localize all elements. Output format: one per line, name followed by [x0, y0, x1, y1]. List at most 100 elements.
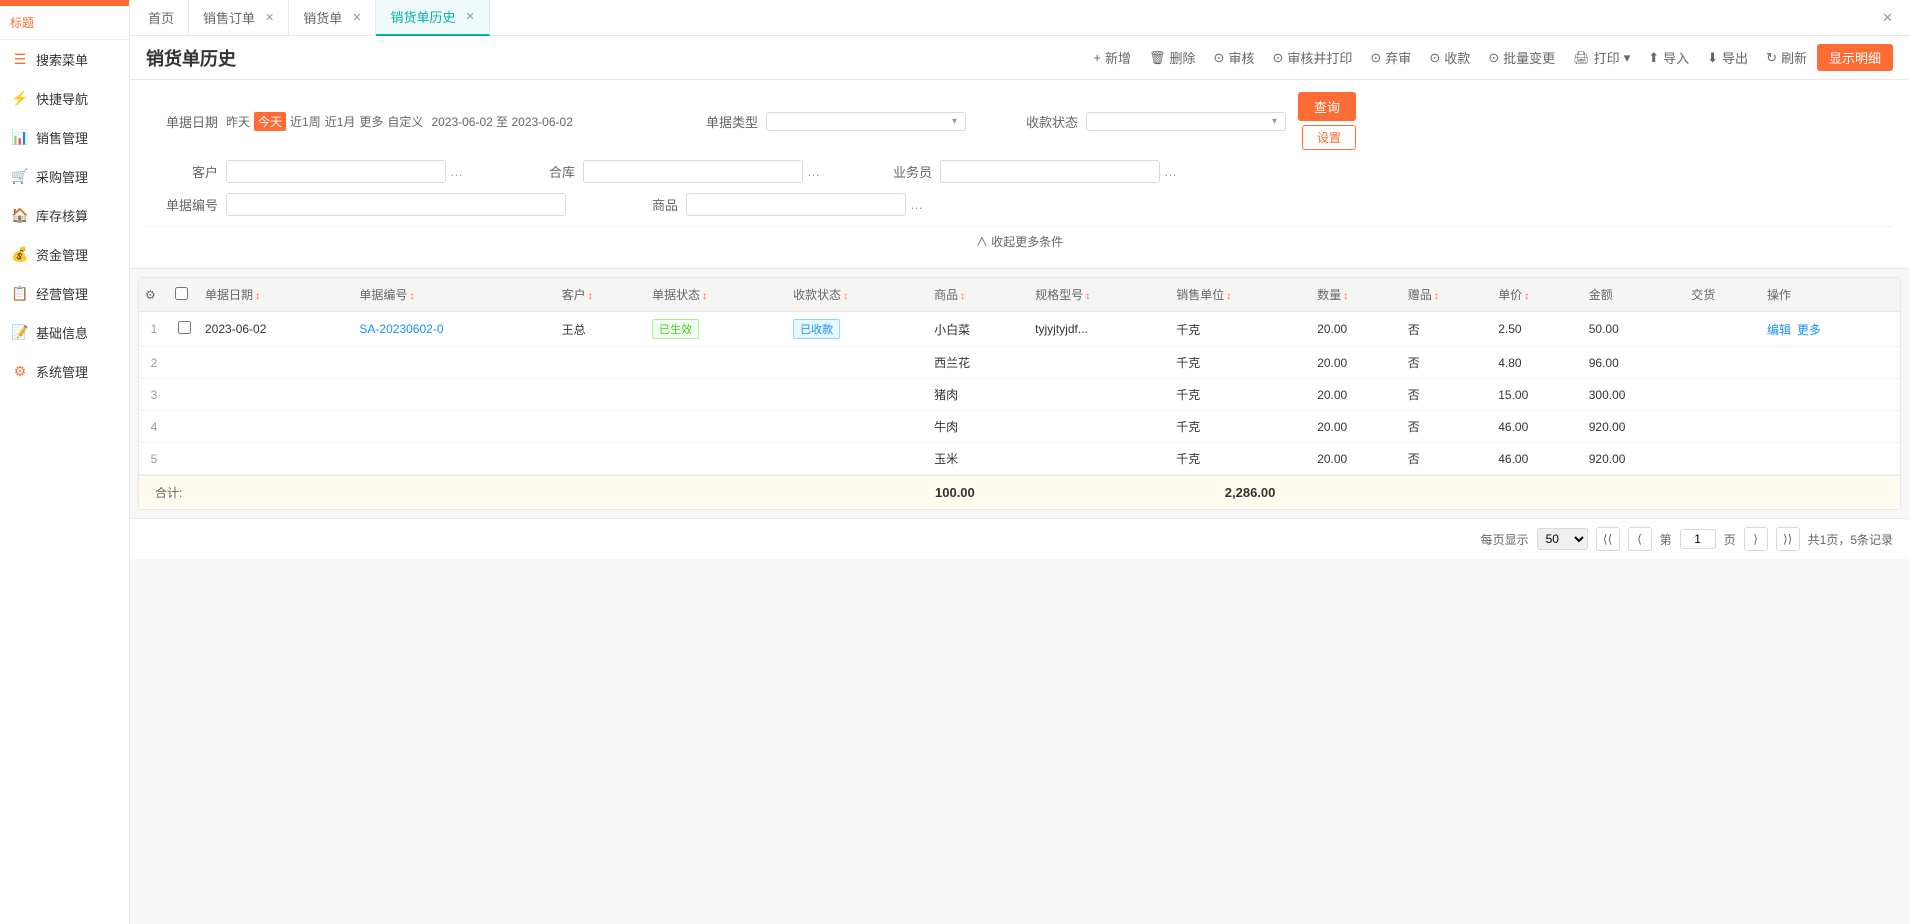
shortcut-month[interactable]: 近1月 [325, 113, 356, 130]
query-button[interactable]: 查询 [1298, 92, 1356, 121]
th-payment-status[interactable]: 收款状态↕ [787, 278, 928, 312]
delete-icon: 🗑 [1149, 50, 1166, 66]
tab-sales-order-close[interactable]: ✕ [265, 11, 274, 24]
row-customer [556, 411, 647, 443]
page-input[interactable] [1680, 529, 1716, 549]
row-checkbox-cell [169, 411, 199, 443]
sidebar-item-search-menu[interactable]: ☰ 搜索菜单 [0, 40, 129, 79]
th-checkbox [169, 278, 199, 312]
th-gift[interactable]: 赠品↕ [1402, 278, 1493, 312]
row-doc-no[interactable] [353, 443, 555, 475]
row-checkbox[interactable] [178, 321, 191, 334]
tab-sales-goods-close[interactable]: ✕ [352, 11, 361, 24]
import-button[interactable]: ⬆导入 [1640, 44, 1697, 71]
th-doc-no[interactable]: 单据编号↕ [353, 278, 555, 312]
th-goods[interactable]: 商品↕ [928, 278, 1029, 312]
sidebar-item-operation[interactable]: 📋 经营管理 [0, 274, 129, 313]
settings-button[interactable]: 设置 [1302, 125, 1356, 150]
print-button[interactable]: 🖨打印 ▾ [1565, 44, 1638, 71]
th-customer[interactable]: 客户↕ [556, 278, 647, 312]
sidebar-item-label: 库存核算 [36, 206, 88, 225]
customer-input[interactable] [226, 160, 446, 183]
abandon-button[interactable]: ⊙弃审 [1362, 44, 1419, 71]
tab-sales-history-close[interactable]: ✕ [466, 10, 475, 23]
th-qty[interactable]: 数量↕ [1311, 278, 1402, 312]
shortcut-custom[interactable]: 自定义 [387, 113, 423, 130]
pagination: 每页显示 50 100 200 ⟨⟨ ⟨ 第 页 ⟩ ⟩⟩ 共1页，5条记录 [130, 518, 1909, 559]
row-customer [556, 379, 647, 411]
sales-icon: 📊 [12, 130, 28, 146]
row-date [199, 347, 353, 379]
sidebar-item-inventory[interactable]: 🏠 库存核算 [0, 196, 129, 235]
add-button[interactable]: +新增 [1085, 44, 1139, 71]
collect-button[interactable]: ⊙收款 [1421, 44, 1478, 71]
tab-sales-history[interactable]: 销货单历史 ✕ [376, 0, 489, 36]
audit-print-button[interactable]: ⊙审核并打印 [1264, 44, 1360, 71]
warehouse-label: 合库 [503, 162, 583, 181]
goods-ellipsis[interactable]: … [910, 197, 923, 212]
doc-no-link[interactable]: SA-20230602-0 [359, 322, 443, 336]
sidebar-item-system[interactable]: ⚙ 系统管理 [0, 352, 129, 391]
shortcut-more[interactable]: 更多 [359, 113, 383, 130]
sidebar-item-sales[interactable]: 📊 销售管理 [0, 118, 129, 157]
warehouse-input[interactable] [583, 160, 803, 183]
doc-type-select[interactable]: ▾ [766, 112, 966, 131]
doc-no-input[interactable] [226, 193, 566, 216]
th-date[interactable]: 单据日期↕ [199, 278, 353, 312]
payment-status-select[interactable]: ▾ [1086, 112, 1286, 131]
batch-change-button[interactable]: ⊙批量变更 [1480, 44, 1563, 71]
collapse-bar[interactable]: ∧ 收起更多条件 [146, 226, 1893, 256]
th-doc-status[interactable]: 单据状态↕ [646, 278, 787, 312]
export-button[interactable]: ⬇导出 [1699, 44, 1756, 71]
row-action [1761, 443, 1900, 475]
sidebar-item-label: 资金管理 [36, 245, 88, 264]
customer-ellipsis[interactable]: … [450, 164, 463, 179]
row-qty: 20.00 [1311, 411, 1402, 443]
main-area: 首页 销售订单 ✕ 销货单 ✕ 销货单历史 ✕ ✕ 销货单历史 +新增 🗑删除 … [130, 0, 1909, 924]
row-amount: 50.00 [1583, 312, 1685, 347]
refresh-button[interactable]: ↻刷新 [1758, 44, 1815, 71]
salesperson-input[interactable] [940, 160, 1160, 183]
th-price[interactable]: 单价↕ [1492, 278, 1583, 312]
shortcut-today[interactable]: 今天 [254, 112, 286, 131]
tab-sales-goods[interactable]: 销货单 ✕ [289, 0, 376, 36]
status-badge: 已生效 [652, 319, 699, 339]
window-close-button[interactable]: ✕ [1870, 10, 1905, 26]
th-unit[interactable]: 销售单位↕ [1170, 278, 1311, 312]
shortcut-yesterday[interactable]: 昨天 [226, 113, 250, 130]
shortcut-week[interactable]: 近1周 [290, 113, 321, 130]
show-detail-button[interactable]: 显示明细 [1817, 44, 1893, 71]
row-doc-status [646, 347, 787, 379]
more-action-link[interactable]: 更多 [1797, 323, 1821, 337]
sidebar-item-finance[interactable]: 💰 资金管理 [0, 235, 129, 274]
th-gear[interactable]: ⚙ [139, 278, 169, 312]
salesperson-ellipsis[interactable]: … [1164, 164, 1177, 179]
delete-button[interactable]: 🗑删除 [1141, 44, 1204, 71]
row-doc-no[interactable] [353, 347, 555, 379]
prev-page-button[interactable]: ⟨ [1628, 527, 1652, 551]
sidebar-item-basic[interactable]: 📝 基础信息 [0, 313, 129, 352]
first-page-button[interactable]: ⟨⟨ [1596, 527, 1620, 551]
edit-action-link[interactable]: 编辑 [1767, 323, 1791, 337]
select-all-checkbox[interactable] [175, 287, 188, 300]
last-page-button[interactable]: ⟩⟩ [1776, 527, 1800, 551]
print-dropdown-icon: ▾ [1624, 50, 1631, 66]
row-doc-no[interactable] [353, 411, 555, 443]
th-trade: 交货 [1685, 278, 1761, 312]
row-doc-no[interactable]: SA-20230602-0 [353, 312, 555, 347]
tab-sales-order[interactable]: 销售订单 ✕ [189, 0, 289, 36]
warehouse-ellipsis[interactable]: … [807, 164, 820, 179]
audit-button[interactable]: ⊙审核 [1206, 44, 1263, 71]
tab-home[interactable]: 首页 [134, 0, 189, 36]
sidebar-item-label: 经营管理 [36, 284, 88, 303]
goods-input[interactable] [686, 193, 906, 216]
tab-sales-order-label: 销售订单 [203, 8, 255, 27]
sidebar-item-quick-nav[interactable]: ⚡ 快捷导航 [0, 79, 129, 118]
next-page-button[interactable]: ⟩ [1744, 527, 1768, 551]
th-spec[interactable]: 规格型号↕ [1029, 278, 1170, 312]
audit-label: 审核 [1228, 48, 1254, 67]
sidebar-item-purchase[interactable]: 🛒 采购管理 [0, 157, 129, 196]
row-goods: 玉米 [928, 443, 1029, 475]
row-doc-no[interactable] [353, 379, 555, 411]
per-page-select[interactable]: 50 100 200 [1537, 528, 1588, 550]
